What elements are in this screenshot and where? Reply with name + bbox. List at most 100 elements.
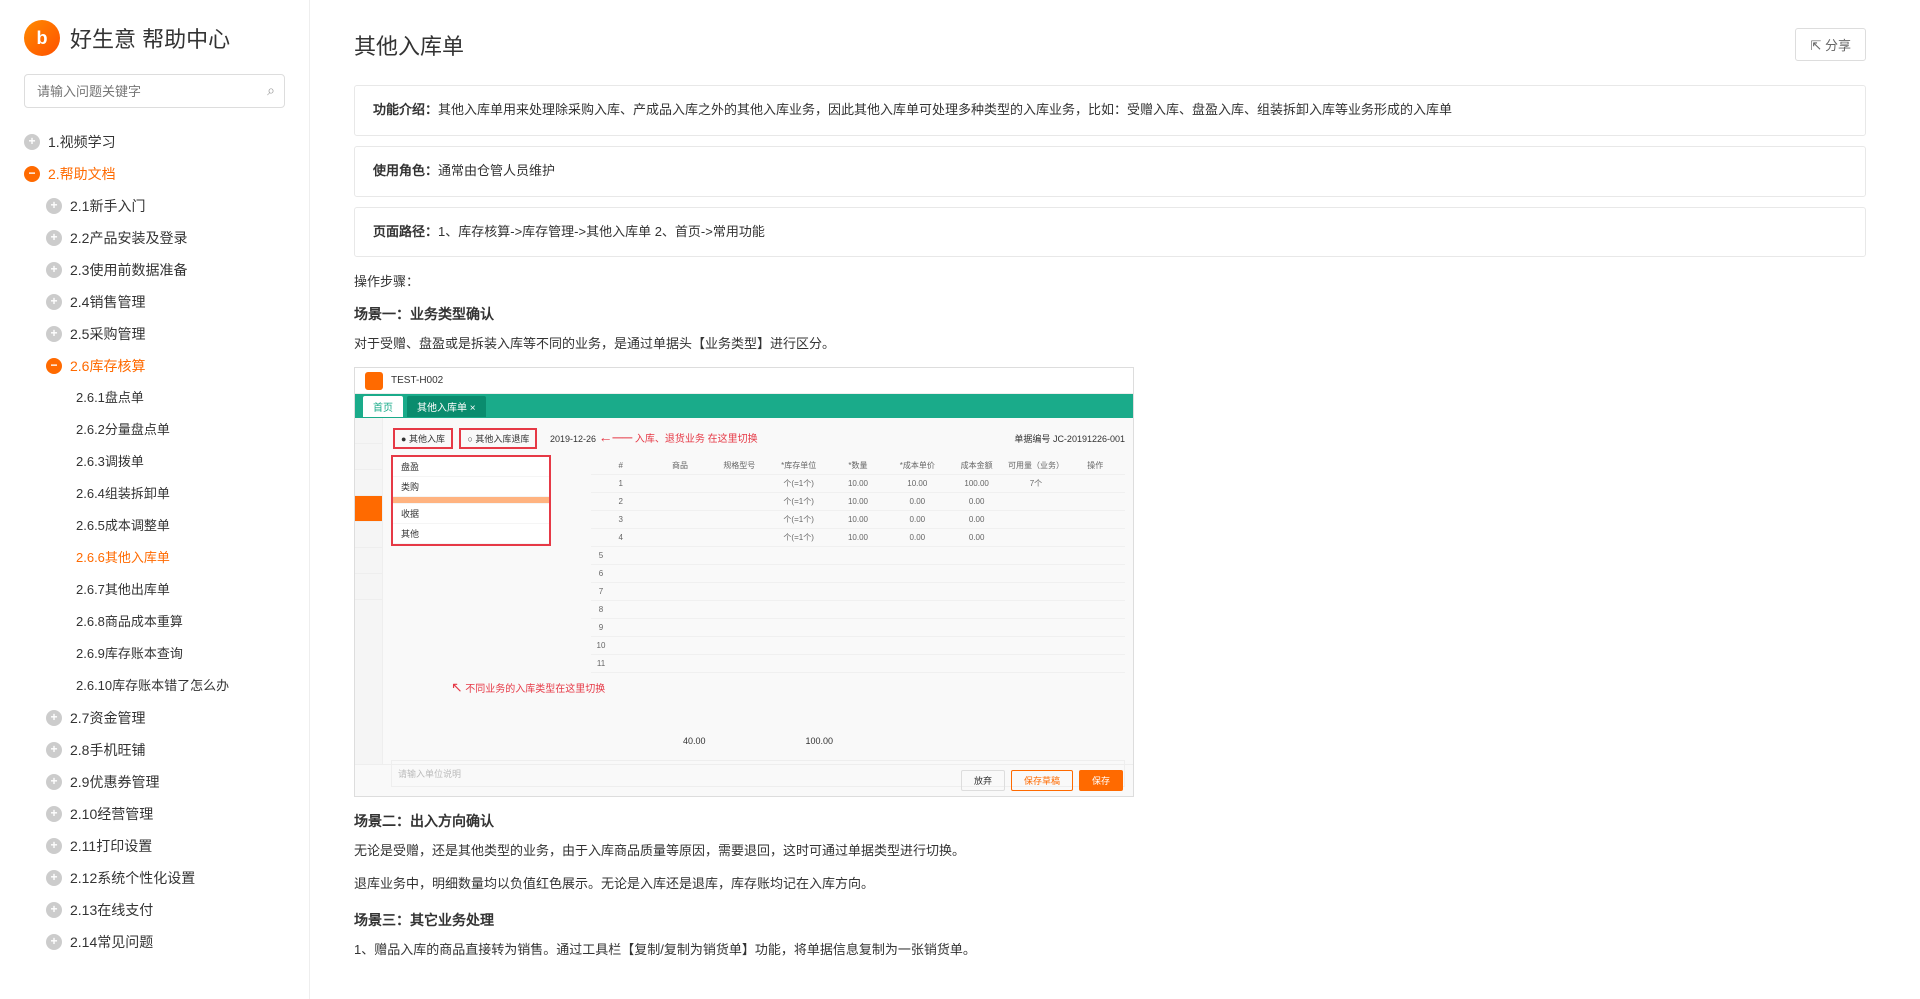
expand-icon[interactable] <box>24 134 40 150</box>
scene2-desc2: 退库业务中，明细数量均以负值红色展示。无论是入库还是退库，库存账均记在入库方向。 <box>354 872 1866 897</box>
share-button[interactable]: ⇱ 分享 <box>1795 28 1866 61</box>
tree-item[interactable]: 2.6.8商品成本重算 <box>24 606 285 638</box>
tree-item[interactable]: 2.10经营管理 <box>24 798 285 830</box>
sp-red-note1: 入库、退货业务 在这里切换 <box>635 434 758 445</box>
page-title: 其他入库单 <box>354 29 464 61</box>
expand-icon[interactable] <box>46 262 62 278</box>
expand-icon[interactable] <box>46 838 62 854</box>
role-text: 通常由仓管人员维护 <box>438 163 555 178</box>
tree-item[interactable]: 2.6库存核算 <box>24 350 285 382</box>
tree-item-label: 2.6.3调拨单 <box>76 454 144 469</box>
sp-th: 操作 <box>1066 460 1125 471</box>
tree-item[interactable]: 2.13在线支付 <box>24 894 285 926</box>
tree-item-label: 2.6.5成本调整单 <box>76 518 170 533</box>
embedded-screenshot: TEST-H002 首页 其他入库单 × ● 其他入库 <box>354 367 1134 797</box>
scene1-title: 场景一：业务类型确认 <box>354 304 1866 324</box>
sp-tr: 3个(=1个)10.000.000.00 <box>591 511 1125 529</box>
tree-item[interactable]: 2.11打印设置 <box>24 830 285 862</box>
expand-icon[interactable] <box>46 710 62 726</box>
sp-td: 0.00 <box>888 515 947 524</box>
sp-btn-save: 保存 <box>1079 770 1123 791</box>
tree-item[interactable]: 2.12系统个性化设置 <box>24 862 285 894</box>
tree-item[interactable]: 2.7资金管理 <box>24 702 285 734</box>
expand-icon[interactable] <box>46 902 62 918</box>
tree-item[interactable]: 2.14常见问题 <box>24 926 285 958</box>
search-input[interactable] <box>24 74 285 108</box>
sp-dropdown-item: 类购 <box>393 477 549 497</box>
sp-tab-home: 首页 <box>363 396 403 417</box>
tree-item[interactable]: 2.3使用前数据准备 <box>24 254 285 286</box>
sp-th: # <box>591 461 650 470</box>
tree-item[interactable]: 2.6.10库存账本错了怎么办 <box>24 670 285 702</box>
tree-item[interactable]: 2.4销售管理 <box>24 286 285 318</box>
nav-tree: 1.视频学习2.帮助文档2.1新手入门2.2产品安装及登录2.3使用前数据准备2… <box>24 126 285 958</box>
tree-item[interactable]: 2.6.4组装拆卸单 <box>24 478 285 510</box>
tree-item-label: 2.14常见问题 <box>70 934 153 950</box>
sp-th: *库存单位 <box>769 460 828 471</box>
sp-th: 规格型号 <box>710 460 769 471</box>
sp-logo-icon <box>365 372 383 390</box>
intro-box: 功能介绍：其他入库单用来处理除采购入库、产成品入库之外的其他入库业务，因此其他入… <box>354 85 1866 136</box>
arrow-icon-2: ↖ <box>451 679 463 695</box>
sp-td: 3 <box>591 515 650 524</box>
tree-item-label: 2.12系统个性化设置 <box>70 870 195 886</box>
tree-item-label: 2.6.7其他出库单 <box>76 582 170 597</box>
sp-td: 个(=1个) <box>769 532 828 543</box>
sp-btn-cancel: 放弃 <box>961 770 1005 791</box>
expand-icon[interactable] <box>46 742 62 758</box>
expand-icon[interactable] <box>46 294 62 310</box>
tree-item[interactable]: 2.5采购管理 <box>24 318 285 350</box>
collapse-icon[interactable] <box>46 358 62 374</box>
tree-item-label: 2.10经营管理 <box>70 806 153 822</box>
tree-item[interactable]: 2.6.1盘点单 <box>24 382 285 414</box>
tree-item[interactable]: 2.6.5成本调整单 <box>24 510 285 542</box>
sp-btn-draft: 保存草稿 <box>1011 770 1073 791</box>
expand-icon[interactable] <box>46 774 62 790</box>
sp-td: 个(=1个) <box>769 478 828 489</box>
expand-icon[interactable] <box>46 326 62 342</box>
tree-item[interactable]: 2.9优惠券管理 <box>24 766 285 798</box>
path-box: 页面路径：1、库存核算->库存管理->其他入库单 2、首页->常用功能 <box>354 207 1866 258</box>
sp-td: 0.00 <box>888 533 947 542</box>
expand-icon[interactable] <box>46 806 62 822</box>
tree-item[interactable]: 1.视频学习 <box>24 126 285 158</box>
expand-icon[interactable] <box>46 870 62 886</box>
sp-th: 成本金额 <box>947 460 1006 471</box>
scene2-title: 场景二：出入方向确认 <box>354 811 1866 831</box>
sp-tr: 4个(=1个)10.000.000.00 <box>591 529 1125 547</box>
sp-td: 100.00 <box>947 479 1006 488</box>
tree-item[interactable]: 2.6.6其他入库单 <box>24 542 285 574</box>
tree-item[interactable]: 2.6.2分量盘点单 <box>24 414 285 446</box>
sp-total2: 100.00 <box>806 736 834 746</box>
sp-left-active <box>355 496 382 522</box>
sidebar: b 好生意 帮助中心 ⌕ 1.视频学习2.帮助文档2.1新手入门2.2产品安装及… <box>0 0 310 999</box>
intro-text: 其他入库单用来处理除采购入库、产成品入库之外的其他入库业务，因此其他入库单可处理… <box>438 102 1452 117</box>
role-label: 使用角色： <box>373 163 438 178</box>
logo-area: b 好生意 帮助中心 <box>24 20 285 56</box>
sp-radio1: ● 其他入库 <box>393 428 453 449</box>
sp-docno-label: 单据编号 <box>1014 434 1050 444</box>
tree-item[interactable]: 2.2产品安装及登录 <box>24 222 285 254</box>
sp-td: 4 <box>591 533 650 542</box>
sp-td: 2 <box>591 497 650 506</box>
expand-icon[interactable] <box>46 198 62 214</box>
tree-item[interactable]: 2.6.9库存账本查询 <box>24 638 285 670</box>
tree-item-label: 2.5采购管理 <box>70 326 145 342</box>
tree-item[interactable]: 2.帮助文档 <box>24 158 285 190</box>
content-section: 操作步骤： 场景一：业务类型确认 对于受赠、盘盈或是拆装入库等不同的业务，是通过… <box>354 271 1866 963</box>
sp-tabs: 首页 其他入库单 × <box>355 394 1133 418</box>
expand-icon[interactable] <box>46 934 62 950</box>
sp-tr: 10 <box>591 637 1125 655</box>
tree-item[interactable]: 2.1新手入门 <box>24 190 285 222</box>
intro-label: 功能介绍： <box>373 102 438 117</box>
tree-item[interactable]: 2.6.7其他出库单 <box>24 574 285 606</box>
tree-item[interactable]: 2.8手机旺铺 <box>24 734 285 766</box>
sp-td: 10.00 <box>828 479 887 488</box>
collapse-icon[interactable] <box>24 166 40 182</box>
role-box: 使用角色：通常由仓管人员维护 <box>354 146 1866 197</box>
search-icon[interactable]: ⌕ <box>267 82 275 99</box>
scene1-desc: 对于受赠、盘盈或是拆装入库等不同的业务，是通过单据头【业务类型】进行区分。 <box>354 332 1866 357</box>
tree-item[interactable]: 2.6.3调拨单 <box>24 446 285 478</box>
expand-icon[interactable] <box>46 230 62 246</box>
sp-td: 1 <box>591 479 650 488</box>
